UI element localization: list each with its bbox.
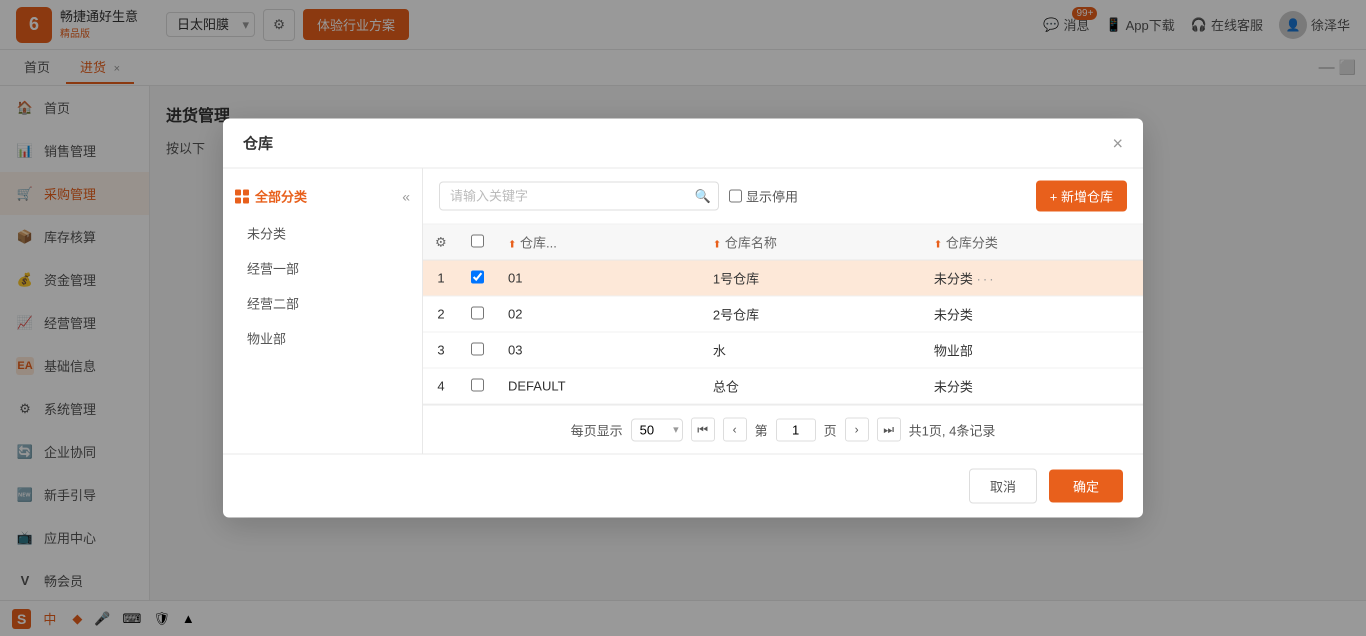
row-code: 03 (496, 332, 701, 368)
first-page-button[interactable]: ⏮ (691, 418, 715, 442)
page-label: 页 (824, 420, 837, 439)
table-container: ⚙ ⬆ 仓库... ⬆ 仓库名称 ⬆ 仓库分类 1 01 1号仓库 (423, 225, 1143, 405)
row-category: 未分类 (922, 368, 1143, 404)
sort-icon-code: ⬆ (508, 240, 516, 251)
category-item-dept2[interactable]: 经营二部 (223, 286, 422, 321)
table-body: 1 01 1号仓库 未分类 ··· 2 02 2号仓库 未分类 (423, 260, 1143, 404)
table-row[interactable]: 3 03 水 物业部 (423, 332, 1143, 368)
th-name[interactable]: ⬆ 仓库名称 (701, 225, 922, 261)
page-number-input[interactable] (776, 418, 816, 441)
row-category: 未分类 (922, 296, 1143, 332)
row-checkbox[interactable] (471, 342, 484, 355)
row-checkbox[interactable] (471, 270, 484, 283)
show-disabled-checkbox[interactable] (729, 190, 742, 203)
warehouse-modal: 仓库 × 全部分类 « 未分类 经营一部 经营二部 物业部 (223, 119, 1143, 518)
add-warehouse-button[interactable]: + 新增仓库 (1036, 181, 1127, 212)
pagination-bar: 每页显示 50 100 200 ⏮ ‹ 第 页 › ⏭ 共1页, 4条记录 (423, 405, 1143, 454)
table-panel: 🔍 显示停用 + 新增仓库 ⚙ ⬆ 仓库... ⬆ 仓库名称 (423, 169, 1143, 454)
per-page-label: 每页显示 (571, 420, 623, 439)
table-row[interactable]: 2 02 2号仓库 未分类 (423, 296, 1143, 332)
row-name: 1号仓库 (701, 260, 922, 296)
modal-title: 仓库 (243, 133, 273, 154)
row-code: DEFAULT (496, 368, 701, 404)
row-code: 02 (496, 296, 701, 332)
show-disabled-text: 显示停用 (746, 187, 798, 206)
row-code: 01 (496, 260, 701, 296)
row-num: 3 (423, 332, 459, 368)
table-head: ⚙ ⬆ 仓库... ⬆ 仓库名称 ⬆ 仓库分类 (423, 225, 1143, 261)
per-page-select[interactable]: 50 100 200 (631, 418, 683, 441)
prev-page-button[interactable]: ‹ (723, 418, 747, 442)
search-input-wrap: 🔍 (439, 182, 719, 211)
table-row[interactable]: 1 01 1号仓库 未分类 ··· (423, 260, 1143, 296)
row-num: 4 (423, 368, 459, 404)
row-checkbox[interactable] (471, 306, 484, 319)
sort-icon-category: ⬆ (934, 240, 942, 251)
more-options-icon[interactable]: ··· (977, 272, 996, 287)
show-disabled-label[interactable]: 显示停用 (729, 187, 798, 206)
category-item-dept1[interactable]: 经营一部 (223, 251, 422, 286)
row-name: 水 (701, 332, 922, 368)
row-category: 未分类 ··· (922, 260, 1143, 296)
page-word: 第 (755, 420, 768, 439)
total-info: 共1页, 4条记录 (909, 420, 996, 439)
row-name: 总仓 (701, 368, 922, 404)
category-header: 全部分类 « (223, 181, 422, 216)
row-name: 2号仓库 (701, 296, 922, 332)
sort-icon-name: ⬆ (713, 240, 721, 251)
row-num: 1 (423, 260, 459, 296)
row-category: 物业部 (922, 332, 1143, 368)
row-check[interactable] (459, 332, 496, 368)
warehouse-table: ⚙ ⬆ 仓库... ⬆ 仓库名称 ⬆ 仓库分类 1 01 1号仓库 (423, 225, 1143, 405)
row-check[interactable] (459, 296, 496, 332)
cancel-button[interactable]: 取消 (969, 469, 1037, 504)
grid-icon (235, 189, 249, 203)
collapse-arrow-icon[interactable]: « (402, 188, 410, 204)
last-page-button[interactable]: ⏭ (877, 418, 901, 442)
row-checkbox[interactable] (471, 378, 484, 391)
modal-body: 全部分类 « 未分类 经营一部 经营二部 物业部 🔍 显示停用 + 新增仓库 (223, 169, 1143, 454)
table-row[interactable]: 4 DEFAULT 总仓 未分类 (423, 368, 1143, 404)
row-check[interactable] (459, 260, 496, 296)
modal-footer: 取消 确定 (223, 454, 1143, 518)
search-input[interactable] (439, 182, 719, 211)
th-code[interactable]: ⬆ 仓库... (496, 225, 701, 261)
search-icon[interactable]: 🔍 (695, 188, 711, 204)
all-category-label: 全部分类 (255, 187, 307, 206)
category-item-property[interactable]: 物业部 (223, 321, 422, 356)
category-item-unclassified[interactable]: 未分类 (223, 216, 422, 251)
th-settings[interactable]: ⚙ (423, 225, 459, 261)
select-all-checkbox[interactable] (471, 234, 484, 247)
category-panel: 全部分类 « 未分类 经营一部 经营二部 物业部 (223, 169, 423, 454)
th-checkbox (459, 225, 496, 261)
modal-close-button[interactable]: × (1112, 134, 1123, 152)
next-page-button[interactable]: › (845, 418, 869, 442)
table-toolbar: 🔍 显示停用 + 新增仓库 (423, 169, 1143, 225)
row-num: 2 (423, 296, 459, 332)
all-category-item[interactable]: 全部分类 (235, 187, 307, 206)
row-check[interactable] (459, 368, 496, 404)
modal-header: 仓库 × (223, 119, 1143, 169)
per-page-select-wrap: 50 100 200 (631, 418, 683, 441)
confirm-button[interactable]: 确定 (1049, 470, 1123, 503)
th-category[interactable]: ⬆ 仓库分类 (922, 225, 1143, 261)
